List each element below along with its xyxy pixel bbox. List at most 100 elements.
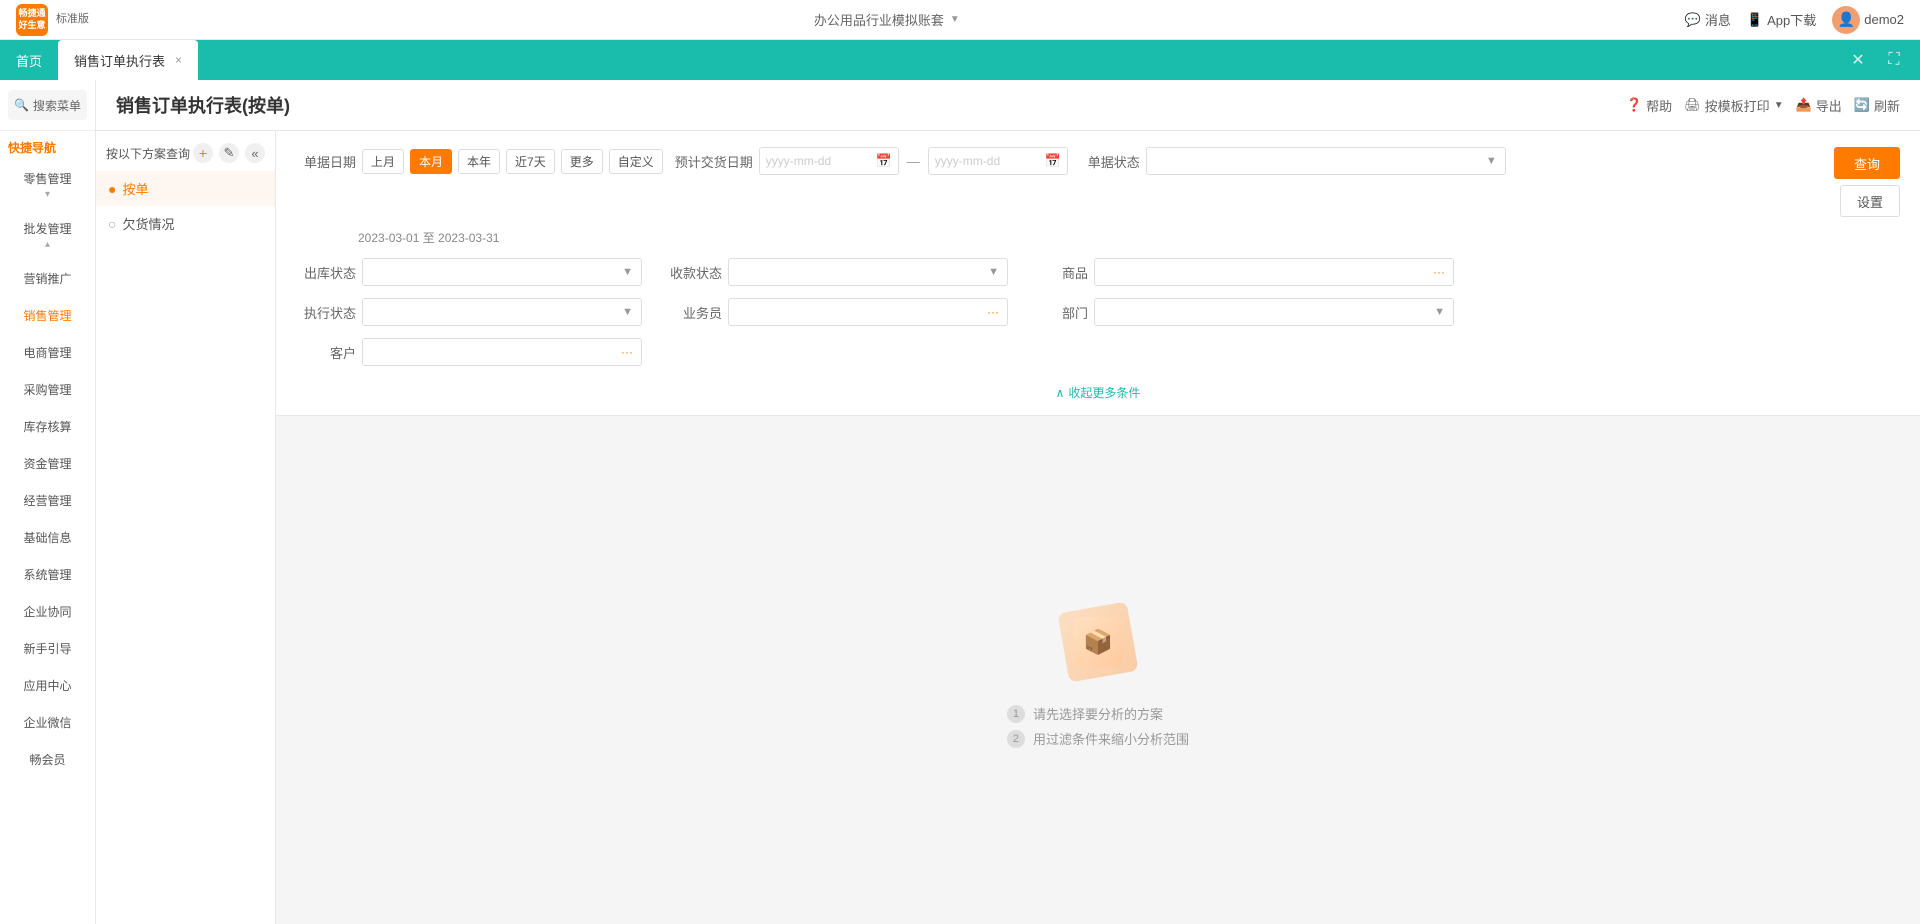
sidebar-item-wholesale[interactable]: 批发管理 ▴	[0, 210, 95, 260]
collapse-filters-btn[interactable]: ∧ 收起更多条件	[296, 378, 1900, 407]
empty-hint-1: 1 请先选择要分析的方案	[1007, 704, 1189, 723]
customer-dots-icon[interactable]: ···	[621, 345, 633, 359]
tab-close-icon[interactable]: ×	[175, 53, 182, 67]
filter-row-2: 出库状态 ▼ 收款状态 ▼	[296, 258, 1900, 286]
sidebar-item-inventory[interactable]: 库存核算	[0, 408, 95, 445]
topbar-right: 💬 消息 📱 App下载 👤 demo2	[1685, 6, 1904, 34]
sidebar-item-member[interactable]: 畅会员	[0, 741, 95, 778]
tabbar-close-btn[interactable]: ✕	[1844, 46, 1872, 74]
exec-status-label: 执行状态	[296, 303, 356, 322]
date-btn-custom[interactable]: 自定义	[609, 149, 663, 174]
topbar: 畅捷通好生意 标准版 办公用品行业模拟账套 ▼ 💬 消息 📱 App下载 👤 d…	[0, 0, 1920, 40]
customer-select[interactable]: ···	[362, 338, 642, 366]
warehouse-status-label: 出库状态	[296, 263, 356, 282]
date-label: 单据日期	[296, 152, 356, 171]
sidebar-item-label: 经营管理	[23, 492, 71, 509]
expected-date-start[interactable]: yyyy-mm-dd 📅	[759, 147, 899, 175]
add-scheme-btn[interactable]: +	[193, 143, 213, 163]
print-btn[interactable]: 🖨 按模板打印 ▼	[1684, 96, 1783, 115]
tab-sales-execution[interactable]: 销售订单执行表 ×	[58, 40, 198, 80]
nav-dropdown-arrow: ▼	[950, 14, 960, 25]
filter-warehouse-status: 出库状态 ▼	[296, 258, 642, 286]
date-btn-more[interactable]: 更多	[561, 149, 603, 174]
user-avatar-btn[interactable]: 👤 demo2	[1832, 6, 1904, 34]
salesperson-label: 业务员	[662, 303, 722, 322]
topbar-left: 畅捷通好生意 标准版	[16, 4, 89, 36]
calendar-start-icon: 📅	[876, 153, 892, 169]
date-range-text: 2023-03-01 至 2023-03-31	[358, 231, 499, 245]
sidebar-item-sales[interactable]: 销售管理	[0, 297, 95, 334]
sidebar-item-label: 企业微信	[23, 714, 71, 731]
filter-goods: 商品 ···	[1028, 258, 1454, 286]
settings-btn[interactable]: 设置	[1840, 185, 1900, 217]
query-btn[interactable]: 查询	[1834, 147, 1900, 179]
collapse-panel-btn[interactable]: «	[245, 143, 265, 163]
filter-date: 单据日期 上月 本月 本年 近7天 更多 自定义	[296, 149, 663, 174]
sidebar-item-label: 库存核算	[23, 418, 71, 435]
salesperson-select[interactable]: ···	[728, 298, 1008, 326]
exec-status-select[interactable]: ▼	[362, 298, 642, 326]
topbar-nav-title[interactable]: 办公用品行业模拟账套 ▼	[814, 10, 960, 29]
sidebar-search-area: 🔍 搜索菜单	[0, 80, 95, 131]
sidebar-item-label: 应用中心	[23, 677, 71, 694]
hint-number-1: 1	[1007, 705, 1025, 723]
scheme-item-shortage[interactable]: ○ 欠货情况	[96, 206, 275, 241]
date-btn-7days[interactable]: 近7天	[506, 149, 555, 174]
sidebar-item-label: 采购管理	[23, 381, 71, 398]
date-btn-last-month[interactable]: 上月	[362, 149, 404, 174]
sidebar-item-operations[interactable]: 经营管理	[0, 482, 95, 519]
sidebar-item-ecommerce[interactable]: 电商管理	[0, 334, 95, 371]
sidebar-item-system[interactable]: 系统管理	[0, 556, 95, 593]
tab-home[interactable]: 首页	[0, 40, 58, 80]
sidebar-item-purchase[interactable]: 采购管理	[0, 371, 95, 408]
scheme-icon: ○	[108, 216, 116, 232]
date-btn-this-month[interactable]: 本月	[410, 149, 452, 174]
print-icon: 🖨	[1684, 97, 1701, 113]
sidebar-item-label: 畅会员	[29, 751, 65, 768]
sidebar-item-label: 资金管理	[23, 455, 71, 472]
salesperson-dots-icon[interactable]: ···	[987, 305, 999, 319]
sidebar-item-marketing[interactable]: 营销推广	[0, 260, 95, 297]
help-icon: ❓	[1626, 97, 1642, 113]
quick-nav-label: 快捷导航	[0, 131, 95, 160]
sidebar: 🔍 搜索菜单 快捷导航 零售管理 ▾ 批发管理 ▴ 营销推广 销售管理 电商管理…	[0, 80, 96, 924]
expected-date-end[interactable]: yyyy-mm-dd 📅	[928, 147, 1068, 175]
sidebar-item-label: 电商管理	[23, 344, 71, 361]
sidebar-item-wechat[interactable]: 企业微信	[0, 704, 95, 741]
warehouse-chevron: ▼	[622, 266, 633, 278]
empty-hints: 1 请先选择要分析的方案 2 用过滤条件来缩小分析范围	[1007, 704, 1189, 748]
sidebar-item-apps[interactable]: 应用中心	[0, 667, 95, 704]
sidebar-item-label: 营销推广	[23, 270, 71, 287]
edit-scheme-btn[interactable]: ✎	[219, 143, 239, 163]
dept-select[interactable]: ▼	[1094, 298, 1454, 326]
refresh-btn[interactable]: 🔄 刷新	[1854, 96, 1900, 115]
filter-exec-status: 执行状态 ▼	[296, 298, 642, 326]
tabbar-expand-btn[interactable]: ⛶	[1880, 46, 1908, 74]
dept-chevron: ▼	[1434, 306, 1445, 318]
date-btn-this-year[interactable]: 本年	[458, 149, 500, 174]
sidebar-item-enterprise[interactable]: 企业协同	[0, 593, 95, 630]
date-divider: —	[903, 154, 924, 169]
goods-select[interactable]: ···	[1094, 258, 1454, 286]
date-btn-group: 上月 本月 本年 近7天 更多 自定义	[362, 149, 663, 174]
print-dropdown-icon: ▼	[1774, 100, 1784, 111]
sidebar-item-basic[interactable]: 基础信息	[0, 519, 95, 556]
help-btn[interactable]: ❓ 帮助	[1626, 96, 1672, 115]
filter-receive-status: 收款状态 ▼	[662, 258, 1008, 286]
search-menu-btn[interactable]: 🔍 搜索菜单	[8, 90, 87, 120]
sidebar-expand-icon: ▾	[45, 189, 50, 200]
doc-status-select[interactable]: ▼	[1146, 147, 1506, 175]
messages-btn[interactable]: 💬 消息	[1685, 10, 1731, 29]
sidebar-item-finance[interactable]: 资金管理	[0, 445, 95, 482]
search-icon: 🔍	[14, 98, 29, 112]
sidebar-item-guide[interactable]: 新手引导	[0, 630, 95, 667]
receive-status-select[interactable]: ▼	[728, 258, 1008, 286]
exec-chevron: ▼	[622, 306, 633, 318]
goods-dots-icon[interactable]: ···	[1433, 265, 1445, 279]
warehouse-status-select[interactable]: ▼	[362, 258, 642, 286]
export-btn[interactable]: 📤 导出	[1796, 96, 1842, 115]
scheme-item-by-order[interactable]: ● 按单	[96, 171, 275, 206]
collapse-arrow-icon: ∧	[1056, 386, 1065, 400]
app-download-btn[interactable]: 📱 App下载	[1747, 10, 1816, 29]
sidebar-item-retail[interactable]: 零售管理 ▾	[0, 160, 95, 210]
